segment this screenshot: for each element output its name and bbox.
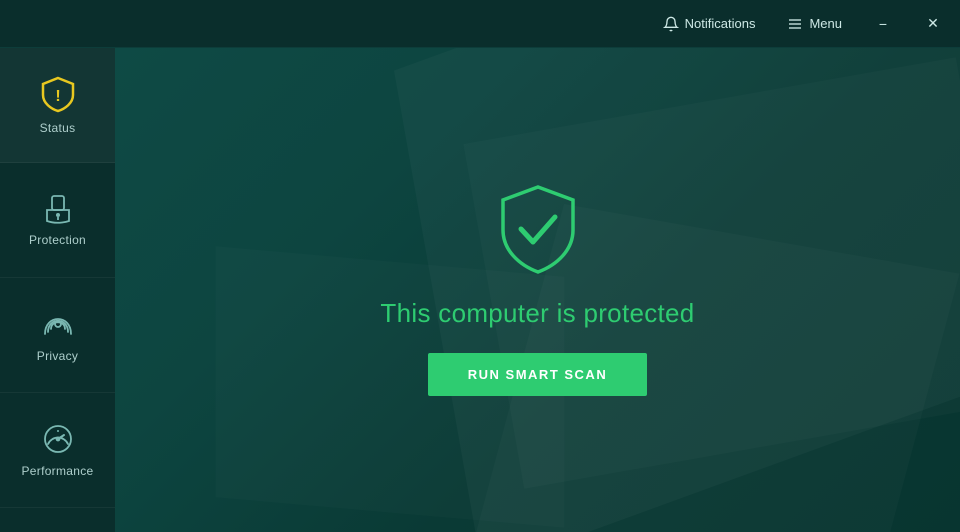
close-icon: ✕ [927, 15, 939, 32]
titlebar: Notifications Menu − ✕ [0, 0, 960, 48]
sidebar-item-performance-label: Performance [22, 464, 94, 478]
content-center: This computer is protected RUN SMART SCA… [380, 184, 694, 396]
performance-icon [41, 422, 75, 456]
close-button[interactable]: ✕ [918, 9, 948, 39]
sidebar-item-performance[interactable]: Performance [0, 393, 115, 508]
app-body: ! Status Protection Privacy [0, 48, 960, 532]
bell-icon [663, 16, 679, 32]
status-icon: ! [39, 75, 77, 113]
svg-text:!: ! [55, 88, 60, 105]
sidebar-item-privacy[interactable]: Privacy [0, 278, 115, 393]
sidebar-item-privacy-label: Privacy [37, 349, 78, 363]
notifications-label: Notifications [685, 16, 756, 31]
sidebar: ! Status Protection Privacy [0, 48, 115, 532]
notifications-button[interactable]: Notifications [657, 12, 762, 36]
run-smart-scan-button[interactable]: RUN SMART SCAN [428, 353, 647, 396]
protection-icon [42, 193, 74, 225]
protected-shield [493, 184, 583, 274]
minimize-icon: − [879, 16, 887, 32]
sidebar-item-protection-label: Protection [29, 233, 86, 247]
menu-icon [787, 16, 803, 32]
shield-check-icon [493, 182, 583, 277]
titlebar-actions: Notifications Menu − ✕ [657, 9, 948, 39]
minimize-button[interactable]: − [868, 9, 898, 39]
sidebar-item-status[interactable]: ! Status [0, 48, 115, 163]
menu-label: Menu [809, 16, 842, 31]
menu-button[interactable]: Menu [781, 12, 848, 36]
sidebar-item-protection[interactable]: Protection [0, 163, 115, 278]
main-content: This computer is protected RUN SMART SCA… [115, 48, 960, 532]
status-text: This computer is protected [380, 298, 694, 329]
sidebar-item-status-label: Status [40, 121, 76, 135]
privacy-icon [41, 307, 75, 341]
